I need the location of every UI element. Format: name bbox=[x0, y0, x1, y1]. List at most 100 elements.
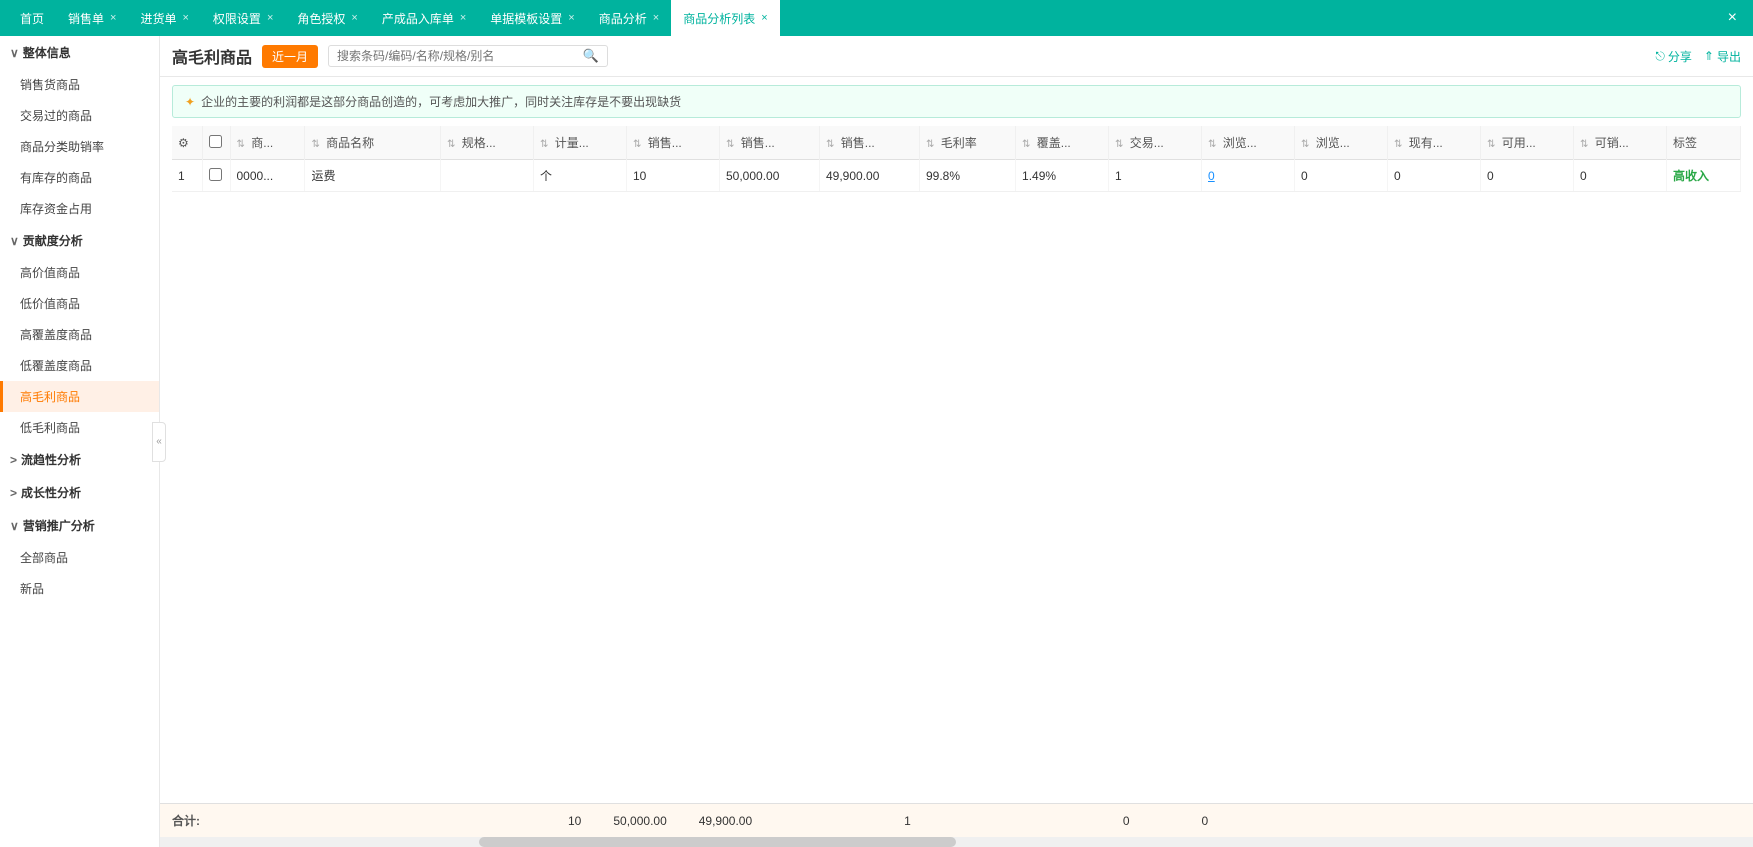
nav-permission[interactable]: 权限设置 × bbox=[201, 0, 285, 36]
sidebar-section-marketing[interactable]: ∨ 营销推广分析 bbox=[0, 509, 159, 542]
sort-sales2-icon: ⇅ bbox=[726, 139, 734, 150]
cell-available: 0 bbox=[1481, 160, 1574, 192]
export-icon: ⇑ bbox=[1704, 49, 1714, 63]
close-product-analysis-list-icon[interactable]: × bbox=[761, 12, 767, 24]
footer-sales2: 50,000.00 bbox=[607, 814, 672, 828]
close-role-icon[interactable]: × bbox=[351, 12, 357, 24]
cell-checkbox[interactable] bbox=[202, 160, 230, 192]
sort-name-icon: ⇅ bbox=[311, 139, 319, 150]
nav-role[interactable]: 角色授权 × bbox=[285, 0, 369, 36]
data-table: ⚙ ⇅ 商... ⇅ 商品名称 bbox=[172, 126, 1741, 192]
export-button[interactable]: ⇑ 导出 bbox=[1704, 48, 1741, 65]
search-icon[interactable]: 🔍 bbox=[583, 48, 599, 64]
col-browse2[interactable]: ⇅ 浏览... bbox=[1295, 126, 1388, 160]
col-gross-rate[interactable]: ⇅ 毛利率 bbox=[920, 126, 1016, 160]
nav-product-analysis[interactable]: 商品分析 × bbox=[587, 0, 671, 36]
sidebar-item-stock-goods[interactable]: 有库存的商品 bbox=[0, 162, 159, 193]
header-actions: ⎋ 分享 ⇑ 导出 bbox=[1655, 48, 1741, 65]
cell-code: 0000... bbox=[230, 160, 305, 192]
col-sellable[interactable]: ⇅ 可销... bbox=[1574, 126, 1667, 160]
sort-unit-icon: ⇅ bbox=[540, 139, 548, 150]
sort-sales1-icon: ⇅ bbox=[633, 139, 641, 150]
share-button[interactable]: ⎋ 分享 bbox=[1655, 48, 1692, 65]
sidebar-section-contribution[interactable]: ∨ 贡献度分析 bbox=[0, 224, 159, 257]
sidebar-item-category-assist[interactable]: 商品分类助销率 bbox=[0, 131, 159, 162]
nav-product-inbound[interactable]: 产成品入库单 × bbox=[370, 0, 478, 36]
col-available[interactable]: ⇅ 可用... bbox=[1481, 126, 1574, 160]
sidebar-item-high-coverage[interactable]: 高覆盖度商品 bbox=[0, 319, 159, 350]
sidebar-item-high-margin[interactable]: 高毛利商品 bbox=[0, 381, 159, 412]
cell-browse1[interactable]: 0 bbox=[1202, 160, 1295, 192]
cell-transaction: 1 bbox=[1109, 160, 1202, 192]
sidebar-section-growth[interactable]: > 成长性分析 bbox=[0, 476, 159, 509]
cell-sales3: 49,900.00 bbox=[820, 160, 920, 192]
cell-sales1: 10 bbox=[627, 160, 720, 192]
window-close-button[interactable]: × bbox=[1720, 9, 1745, 27]
col-sales1[interactable]: ⇅ 销售... bbox=[627, 126, 720, 160]
col-sales3[interactable]: ⇅ 销售... bbox=[820, 126, 920, 160]
sort-available-icon: ⇅ bbox=[1487, 139, 1495, 150]
sort-sales3-icon: ⇅ bbox=[826, 139, 834, 150]
cell-coverage: 1.49% bbox=[1016, 160, 1109, 192]
row-checkbox[interactable] bbox=[209, 168, 222, 181]
col-coverage[interactable]: ⇅ 覆盖... bbox=[1016, 126, 1109, 160]
nav-purchase[interactable]: 进货单 × bbox=[128, 0, 200, 36]
close-product-analysis-icon[interactable]: × bbox=[653, 12, 659, 24]
sidebar-item-stock-capital[interactable]: 库存资金占用 bbox=[0, 193, 159, 224]
main-area: ∨ 整体信息 销售货商品 交易过的商品 商品分类助销率 有库存的商品 库存资金占… bbox=[0, 36, 1753, 847]
footer-sales1: 10 bbox=[562, 814, 587, 828]
sidebar-section-trend[interactable]: > 流趋性分析 bbox=[0, 443, 159, 476]
select-all-checkbox[interactable] bbox=[209, 135, 222, 148]
close-template-icon[interactable]: × bbox=[568, 12, 574, 24]
col-name[interactable]: ⇅ 商品名称 bbox=[305, 126, 441, 160]
scrollbar-thumb[interactable] bbox=[479, 837, 957, 847]
cell-current: 0 bbox=[1388, 160, 1481, 192]
sidebar-item-low-margin[interactable]: 低毛利商品 bbox=[0, 412, 159, 443]
horizontal-scrollbar[interactable] bbox=[160, 837, 1753, 847]
cell-unit: 个 bbox=[534, 160, 627, 192]
col-checkbox[interactable] bbox=[202, 126, 230, 160]
sidebar-section-overall[interactable]: ∨ 整体信息 bbox=[0, 36, 159, 69]
sidebar-item-low-coverage[interactable]: 低覆盖度商品 bbox=[0, 350, 159, 381]
nav-sales[interactable]: 销售单 × bbox=[56, 0, 128, 36]
arrow-growth-icon: > bbox=[10, 486, 17, 500]
close-product-inbound-icon[interactable]: × bbox=[460, 12, 466, 24]
nav-template[interactable]: 单据模板设置 × bbox=[478, 0, 586, 36]
sort-sellable-icon: ⇅ bbox=[1580, 139, 1588, 150]
sidebar-item-new-goods[interactable]: 新品 bbox=[0, 573, 159, 604]
col-gear[interactable]: ⚙ bbox=[172, 126, 202, 160]
cell-browse2: 0 bbox=[1295, 160, 1388, 192]
sidebar-item-sales-goods[interactable]: 销售货商品 bbox=[0, 69, 159, 100]
close-permission-icon[interactable]: × bbox=[267, 12, 273, 24]
col-spec[interactable]: ⇅ 规格... bbox=[441, 126, 534, 160]
search-input[interactable] bbox=[337, 49, 583, 63]
cell-gross-rate: 99.8% bbox=[920, 160, 1016, 192]
top-nav: 首页 销售单 × 进货单 × 权限设置 × 角色授权 × 产成品入库单 × 单据… bbox=[0, 0, 1753, 36]
close-purchase-icon[interactable]: × bbox=[182, 12, 188, 24]
col-sales2[interactable]: ⇅ 销售... bbox=[720, 126, 820, 160]
table-footer: 合计: 10 50,000.00 49,900.00 1 0 0 bbox=[160, 803, 1753, 837]
footer-current: 0 bbox=[1117, 814, 1136, 828]
sidebar-item-all-goods[interactable]: 全部商品 bbox=[0, 542, 159, 573]
col-code[interactable]: ⇅ 商... bbox=[230, 126, 305, 160]
page-title: 高毛利商品 bbox=[172, 44, 252, 68]
col-tag: 标签 bbox=[1667, 126, 1741, 160]
nav-product-analysis-list[interactable]: 商品分析列表 × bbox=[671, 0, 779, 36]
col-unit[interactable]: ⇅ 计量... bbox=[534, 126, 627, 160]
filter-month-button[interactable]: 近一月 bbox=[262, 45, 318, 68]
sidebar-item-high-value[interactable]: 高价值商品 bbox=[0, 257, 159, 288]
col-browse1[interactable]: ⇅ 浏览... bbox=[1202, 126, 1295, 160]
info-icon: ✦ bbox=[185, 95, 195, 109]
table-row: 1 0000... 运费 个 10 50,000.00 49,900.00 99… bbox=[172, 160, 1741, 192]
nav-home[interactable]: 首页 bbox=[8, 0, 56, 36]
content-panel: 高毛利商品 近一月 🔍 ⎋ 分享 ⇑ 导出 ✦ 企业的主要的利润都是这部分商品创… bbox=[160, 36, 1753, 847]
arrow-overall-icon: ∨ bbox=[10, 46, 19, 60]
sidebar-collapse-button[interactable]: « bbox=[152, 422, 166, 462]
close-sales-icon[interactable]: × bbox=[110, 12, 116, 24]
col-transaction[interactable]: ⇅ 交易... bbox=[1109, 126, 1202, 160]
cell-spec bbox=[441, 160, 534, 192]
sort-transaction-icon: ⇅ bbox=[1115, 139, 1123, 150]
sidebar-item-traded-goods[interactable]: 交易过的商品 bbox=[0, 100, 159, 131]
sidebar-item-low-value[interactable]: 低价值商品 bbox=[0, 288, 159, 319]
col-current[interactable]: ⇅ 现有... bbox=[1388, 126, 1481, 160]
